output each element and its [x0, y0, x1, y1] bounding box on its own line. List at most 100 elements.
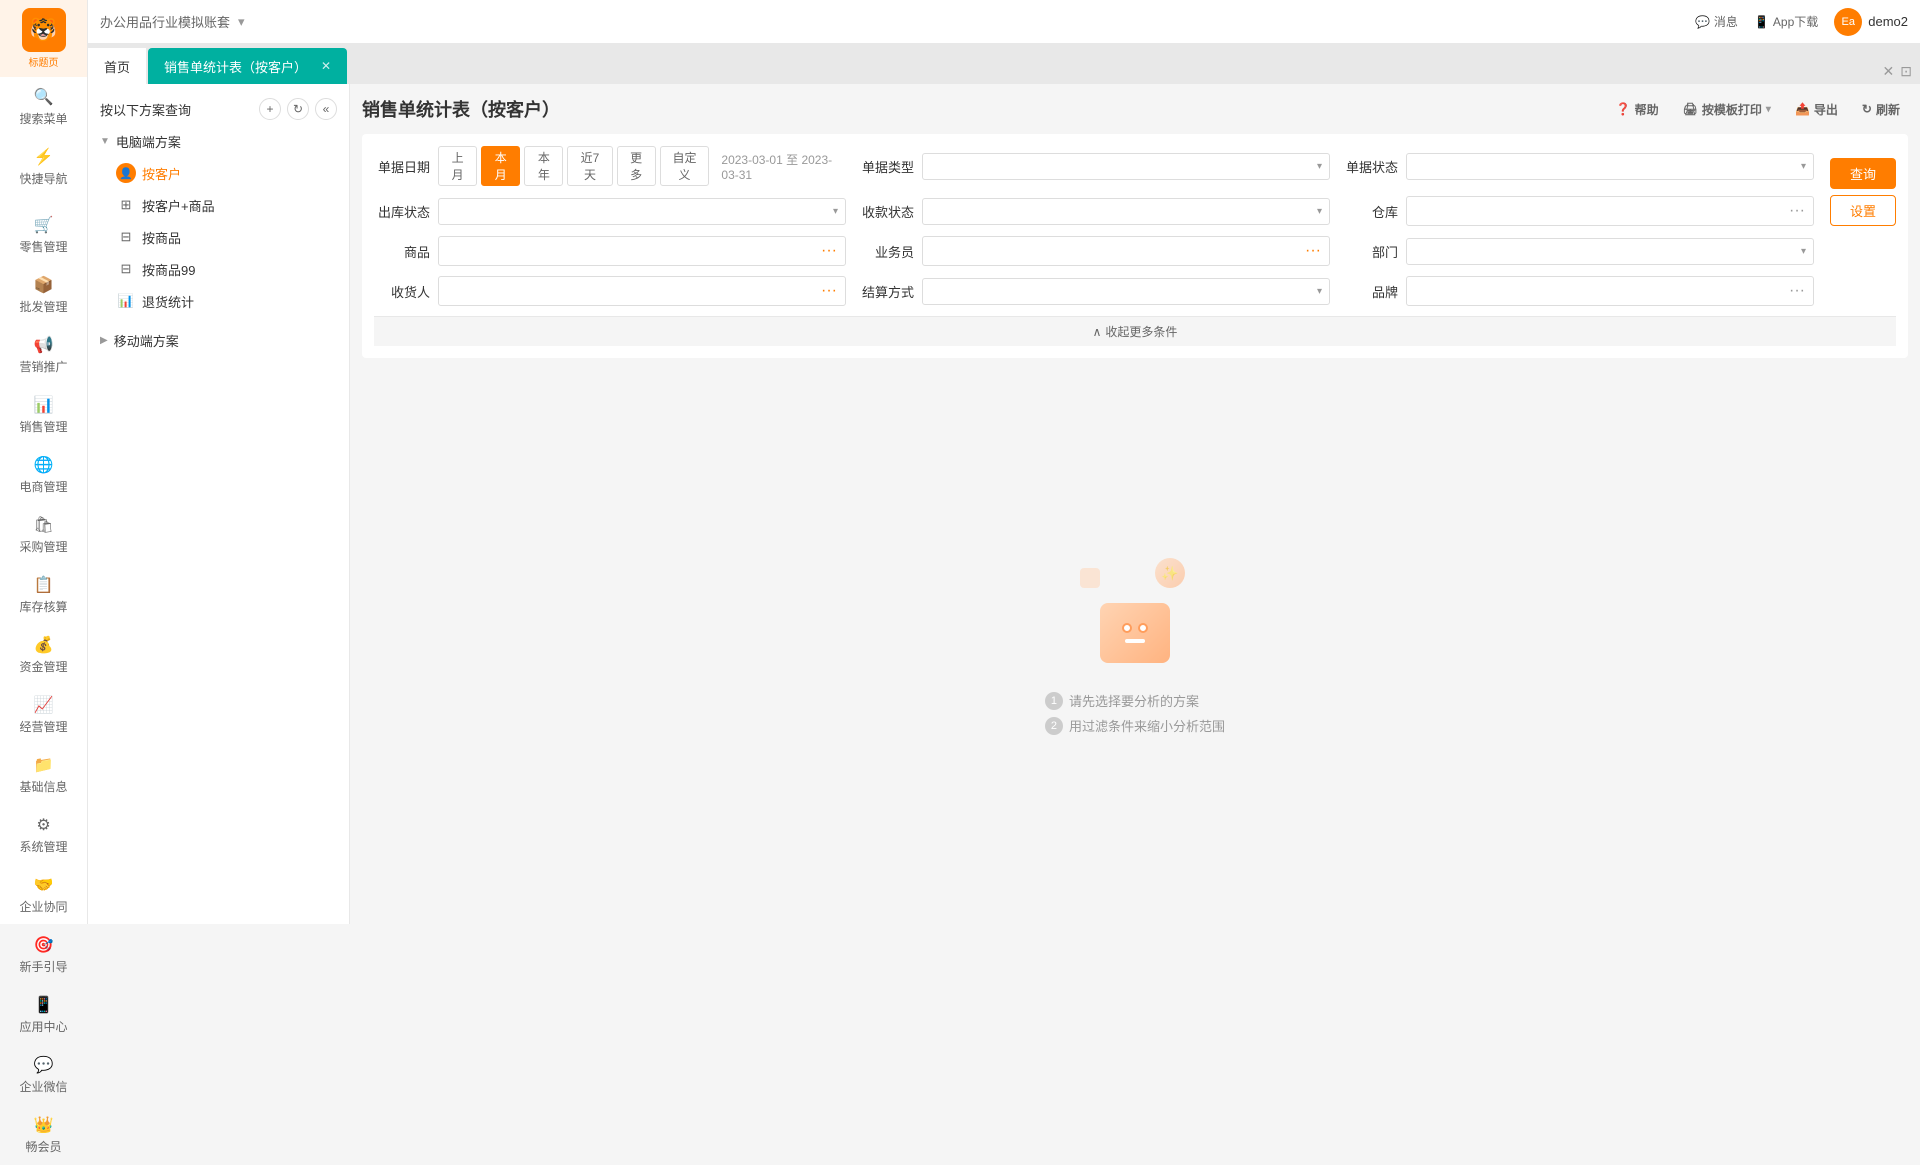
settlement-label: 结算方式 — [858, 282, 914, 301]
sidebar: 🐯 标题页 🔍 搜索菜单 ⚡ 快捷导航 🛒 零售管理 📦 批发管理 📢 营销推广… — [0, 0, 88, 924]
date-btn-last7[interactable]: 近7天 — [567, 146, 612, 186]
scheme-by-goods99[interactable]: ⊟ 按商品99 — [100, 253, 349, 285]
desktop-group[interactable]: ▼ 电脑端方案 — [88, 126, 349, 157]
scheme-by-customer[interactable]: 👤 按客户 — [100, 157, 349, 189]
search-icon: 🔍 — [34, 87, 54, 107]
app-download-btn[interactable]: 📱 App下载 — [1754, 13, 1818, 30]
date-btn-this-year[interactable]: 本年 — [524, 146, 563, 186]
print-btn[interactable]: 🖨 按模板打印 ▾ — [1675, 97, 1779, 122]
collapse-panel-btn[interactable]: « — [315, 98, 337, 120]
refresh-scheme-btn[interactable]: ↻ — [287, 98, 309, 120]
sidebar-logo-text: 标题页 — [29, 54, 59, 69]
department-select[interactable] — [1406, 238, 1814, 265]
doc-type-select[interactable] — [922, 153, 1330, 180]
settings-btn[interactable]: 设置 — [1830, 195, 1896, 226]
empty-tip-2: 2 用过滤条件来缩小分析范围 — [1045, 716, 1225, 735]
date-btn-custom[interactable]: 自定义 — [660, 146, 710, 186]
salesperson-input[interactable]: ··· — [922, 236, 1330, 266]
empty-state: ✨ 1 请先选择要分析的方案 2 用过滤条件来缩小分析范围 — [362, 366, 1908, 912]
sidebar-item-marketing[interactable]: 📢 营销推广 — [0, 325, 87, 385]
doc-status-select[interactable] — [1406, 153, 1814, 180]
help-btn[interactable]: ❓ 帮助 — [1608, 97, 1667, 122]
sidebar-item-ecommerce[interactable]: 🌐 电商管理 — [0, 445, 87, 505]
system-icon: ⚙ — [36, 815, 50, 835]
sidebar-item-search[interactable]: 🔍 搜索菜单 — [0, 77, 87, 137]
scheme-customer-label: 按客户 — [142, 164, 181, 183]
query-btn[interactable]: 查询 — [1830, 158, 1896, 189]
tab-sales-label: 销售单统计表（按客户） — [164, 57, 307, 76]
filter-area: 单据日期 上月 本月 本年 近7天 更多 自定义 2023-03-01 至 20… — [362, 134, 1908, 358]
brand-input[interactable]: ··· — [1406, 276, 1814, 306]
scheme-goods-label: 按商品 — [142, 228, 181, 247]
add-scheme-btn[interactable]: + — [259, 98, 281, 120]
sidebar-item-retail[interactable]: 🛒 零售管理 — [0, 205, 87, 265]
doc-type-label: 单据类型 — [858, 157, 914, 176]
scheme-by-goods[interactable]: ⊟ 按商品 — [100, 221, 349, 253]
retail-icon: 🛒 — [34, 215, 54, 235]
empty-tips: 1 请先选择要分析的方案 2 用过滤条件来缩小分析范围 — [1045, 691, 1225, 735]
empty-tip-1: 1 请先选择要分析的方案 — [1045, 691, 1225, 710]
warehouse-input[interactable]: ··· — [1406, 196, 1814, 226]
appcenter-icon: 📱 — [34, 995, 54, 1015]
department-label: 部门 — [1342, 242, 1398, 261]
content-area: 按以下方案查询 + ↻ « ▼ 电脑端方案 — [88, 84, 1920, 924]
date-btn-more[interactable]: 更多 — [617, 146, 656, 186]
mobile-group-label: 移动端方案 — [114, 331, 179, 350]
download-icon: 📱 — [1754, 15, 1769, 29]
sidebar-item-inventory[interactable]: 📋 库存核算 — [0, 565, 87, 625]
topbar: 办公用品行业模拟账套 ▾ 💬 消息 📱 App下载 Ea demo2 — [88, 0, 1920, 44]
sidebar-item-enterprise[interactable]: 🤝 企业协同 — [0, 865, 87, 925]
tab-sales-stats[interactable]: 销售单统计表（按客户） ✕ — [148, 48, 347, 84]
scheme-by-customer-goods[interactable]: ⊞ 按客户+商品 — [100, 189, 349, 221]
message-btn[interactable]: 💬 消息 — [1695, 13, 1738, 30]
sidebar-item-basic-info[interactable]: 📁 基础信息 — [0, 745, 87, 805]
basicinfo-icon: 📁 — [34, 755, 54, 775]
tab-close-icon[interactable]: ✕ — [321, 59, 331, 73]
date-btn-group: 上月 本月 本年 近7天 更多 自定义 2023-03-01 至 2023-03… — [438, 146, 846, 186]
out-status-select[interactable] — [438, 198, 846, 225]
mobile-group[interactable]: ▶ 移动端方案 — [88, 325, 349, 356]
refresh-page-icon: ↻ — [1862, 102, 1872, 116]
sidebar-item-quicknav[interactable]: ⚡ 快捷导航 — [0, 137, 87, 197]
date-btn-this-month[interactable]: 本月 — [481, 146, 520, 186]
export-btn[interactable]: 📤 导出 — [1787, 97, 1846, 122]
sidebar-item-wholesale[interactable]: 📦 批发管理 — [0, 265, 87, 325]
scheme-return-stats[interactable]: 📊 退货统计 — [100, 285, 349, 317]
sidebar-item-member[interactable]: 👑 畅会员 — [0, 1105, 87, 1165]
collapse-more-btn[interactable]: ∧ 收起更多条件 — [374, 316, 1896, 346]
app-title: 办公用品行业模拟账套 — [100, 12, 230, 31]
settlement-select[interactable] — [922, 278, 1330, 305]
window-minimize-btn[interactable]: ✕ — [1883, 63, 1895, 80]
right-panel: 销售单统计表（按客户） ❓ 帮助 🖨 按模板打印 ▾ 📤 导出 — [350, 84, 1920, 924]
member-icon: 👑 — [34, 1115, 54, 1135]
sidebar-item-appcenter[interactable]: 📱 应用中心 — [0, 985, 87, 1045]
sidebar-item-sales[interactable]: 📊 销售管理 — [0, 385, 87, 445]
return-stats-icon: 📊 — [116, 291, 136, 311]
date-btn-last-month[interactable]: 上月 — [438, 146, 477, 186]
date-range-text: 2023-03-01 至 2023-03-31 — [721, 151, 846, 182]
collapse-label: 收起更多条件 — [1105, 323, 1177, 340]
brand-label: 品牌 — [1342, 282, 1398, 301]
refresh-btn[interactable]: ↻ 刷新 — [1854, 97, 1908, 122]
sidebar-item-purchase[interactable]: 🛍 采购管理 — [0, 505, 87, 565]
warehouse-dots: ··· — [1789, 202, 1805, 220]
topbar-dropdown-icon[interactable]: ▾ — [238, 14, 245, 30]
tab-home[interactable]: 首页 — [88, 48, 146, 84]
tip-1-num: 1 — [1045, 692, 1063, 710]
brand-dots: ··· — [1789, 282, 1805, 300]
page-title-row: 销售单统计表（按客户） ❓ 帮助 🖨 按模板打印 ▾ 📤 导出 — [362, 96, 1908, 122]
salesperson-dots: ··· — [1305, 242, 1321, 260]
sidebar-item-newbie[interactable]: 🎯 新手引导 — [0, 925, 87, 985]
goods-input[interactable]: ··· — [438, 236, 846, 266]
topbar-left: 办公用品行业模拟账套 ▾ — [100, 12, 245, 31]
receipt-status-select[interactable] — [922, 198, 1330, 225]
sidebar-item-system[interactable]: ⚙ 系统管理 — [0, 805, 87, 865]
consignee-input[interactable]: ··· — [438, 276, 846, 306]
user-section[interactable]: Ea demo2 — [1834, 8, 1908, 36]
sidebar-item-operations[interactable]: 📈 经营管理 — [0, 685, 87, 745]
sidebar-item-finance[interactable]: 💰 资金管理 — [0, 625, 87, 685]
sidebar-item-wechat[interactable]: 💬 企业微信 — [0, 1045, 87, 1105]
window-maximize-btn[interactable]: ⊡ — [1900, 63, 1912, 80]
tabbar: 首页 销售单统计表（按客户） ✕ ✕ ⊡ — [88, 44, 1920, 84]
customer-scheme-icon: 👤 — [116, 163, 136, 183]
